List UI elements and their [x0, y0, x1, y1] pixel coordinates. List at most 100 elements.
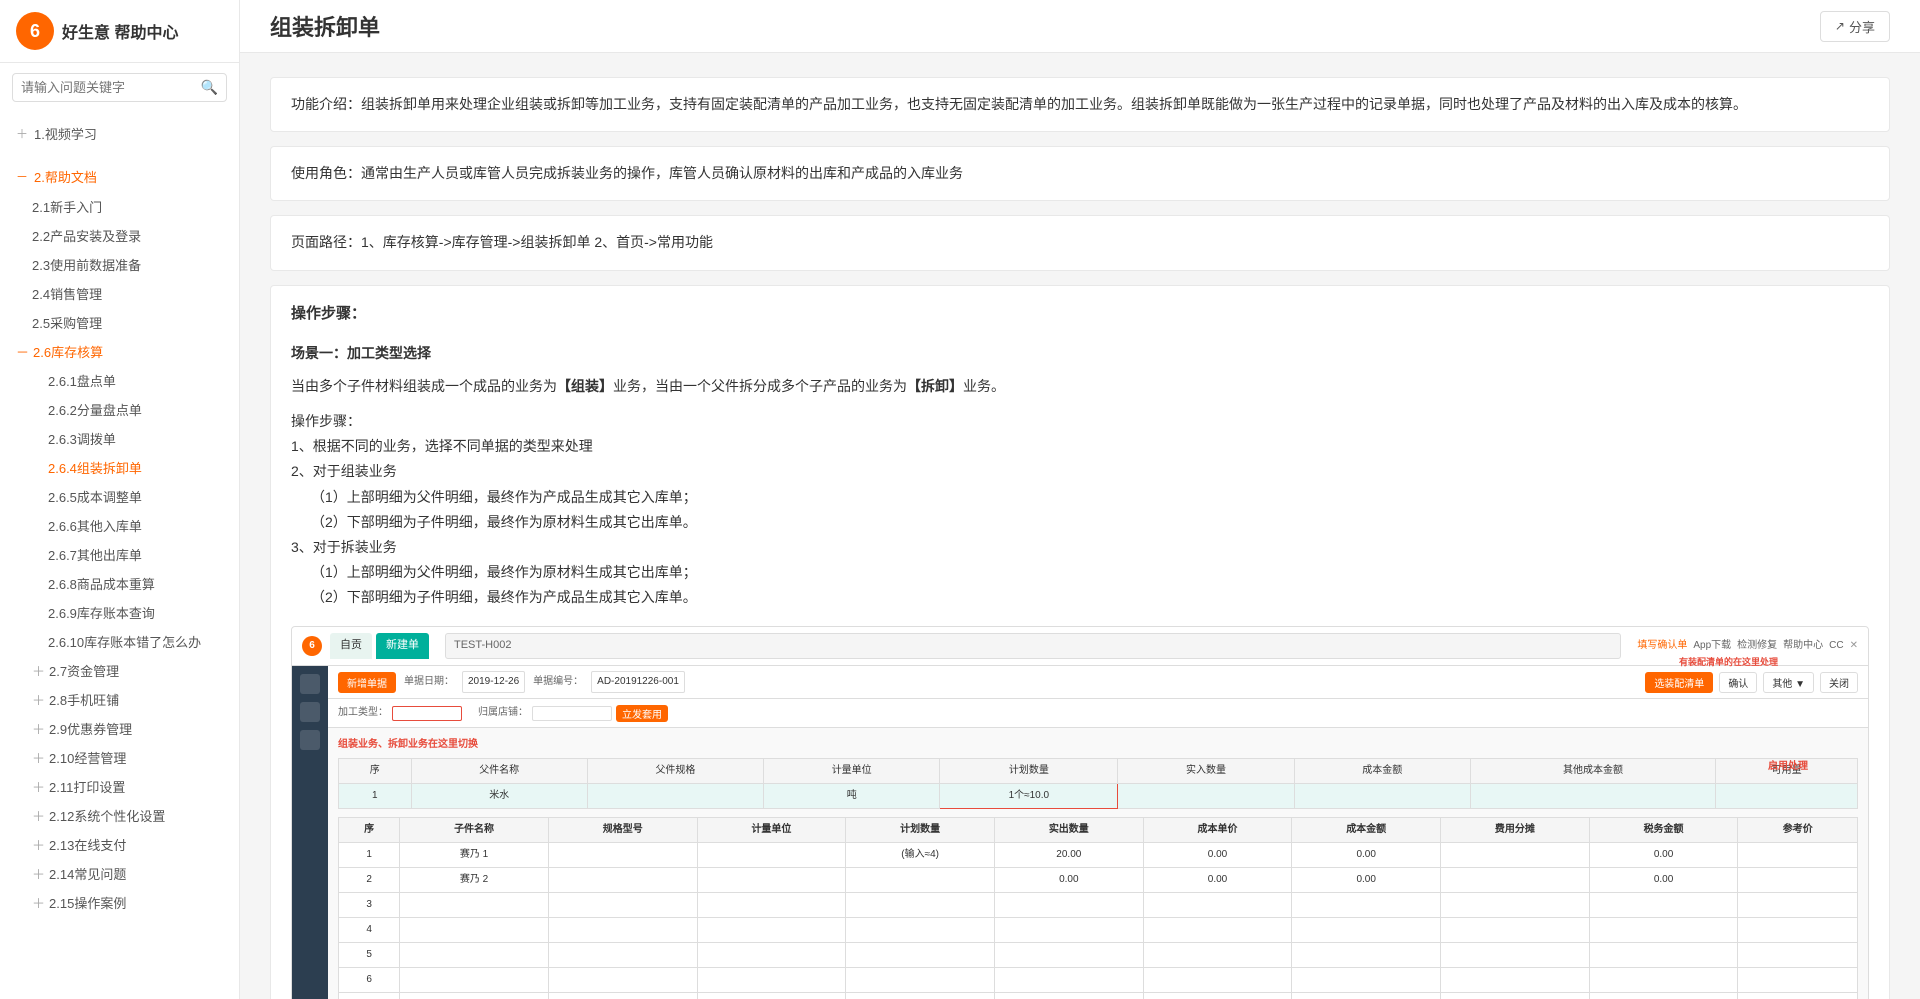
sc-bth-unit: 计量单位 — [697, 818, 846, 843]
sidebar-item-2-10[interactable]: ＋ 2.10经营管理 — [0, 743, 239, 772]
sc-bth-plan: 计划数量 — [846, 818, 995, 843]
sc-top-row-1: 1 米水 吨 1个≈10.0 — [339, 784, 1858, 809]
plus-icon-2-14: ＋ — [32, 864, 45, 883]
sidebar-item-2-6-7[interactable]: 2.6.7其他出库单 — [0, 540, 239, 569]
sc-btn-check: 检测修复 — [1737, 637, 1777, 655]
sc-confirm-btn[interactable]: 确认 — [1719, 672, 1757, 693]
sidebar-item-2-2[interactable]: 2.2产品安装及登录 — [0, 221, 239, 250]
sidebar-item-2-6-4[interactable]: 2.6.4组装拆卸单 — [0, 453, 239, 482]
sidebar-item-2-3[interactable]: 2.3使用前数据准备 — [0, 250, 239, 279]
sc-bottom-wrapper: 序 子件名称 规格型号 计量单位 计划数量 实出数量 成本单价 成本金额 — [338, 817, 1858, 999]
sc-other-btn[interactable]: 其他 ▼ — [1763, 672, 1814, 693]
sc-date-label: 单据日期： — [404, 673, 454, 691]
search-icon: 🔍 — [201, 79, 218, 96]
sc-date-val: 2019-12-26 — [462, 671, 525, 693]
sc-top-cell-actual — [1118, 784, 1294, 809]
sidebar-item-2-12[interactable]: ＋ 2.12系统个性化设置 — [0, 801, 239, 830]
plus-icon-2-7: ＋ — [32, 661, 45, 680]
sidebar-item-2-6-5[interactable]: 2.6.5成本调整单 — [0, 482, 239, 511]
sc-close-btn[interactable]: 关闭 — [1820, 672, 1858, 693]
search-input[interactable] — [21, 80, 201, 95]
sc-b1-alloc — [1441, 843, 1590, 868]
sc-close-icon: ✕ — [1850, 637, 1858, 655]
sidebar-item-video[interactable]: ＋ 1.视频学习 — [0, 118, 239, 149]
scene1-title: 场景一：加工类型选择 — [291, 341, 1869, 366]
sc-annotation-switch: 组装业务、拆卸业务在这里切换 — [338, 736, 1858, 754]
sidebar-item-2-6-10[interactable]: 2.6.10库存账本错了怎么办 — [0, 627, 239, 656]
sidebar-item-2-6-6[interactable]: 2.6.6其他入库单 — [0, 511, 239, 540]
sidebar-item-docs-label: 2.帮助文档 — [34, 167, 97, 186]
sidebar-item-video-label: 1.视频学习 — [34, 124, 97, 143]
sc-b2-spec — [548, 868, 697, 893]
sidebar-item-2-6-8[interactable]: 2.6.8商品成本重算 — [0, 569, 239, 598]
sidebar-item-2-15[interactable]: ＋ 2.15操作案例 — [0, 888, 239, 917]
sidebar-item-2-8[interactable]: ＋ 2.8手机旺铺 — [0, 685, 239, 714]
sidebar-item-2-6-3[interactable]: 2.6.3调拨单 — [0, 424, 239, 453]
plus-icon-2-10: ＋ — [32, 748, 45, 767]
sc-b1-actual: 20.00 — [994, 843, 1143, 868]
sc-bth-ref: 参考价 — [1738, 818, 1858, 843]
sc-sidebar-icon-1 — [300, 674, 320, 694]
nav-group-docs: － 2.帮助文档 2.1新手入门 2.2产品安装及登录 2.3使用前数据准备 2… — [0, 155, 239, 923]
minus-icon: － — [16, 168, 28, 185]
sidebar-item-2-6-1[interactable]: 2.6.1盘点单 — [0, 366, 239, 395]
sc-brow-7: 7 — [339, 993, 1858, 999]
search-box[interactable]: 🔍 — [12, 73, 227, 102]
sc-b2-actual: 0.00 — [994, 868, 1143, 893]
sc-type-input[interactable] — [392, 706, 462, 721]
site-title: 好生意 帮助中心 — [62, 19, 178, 43]
sidebar-item-2-6[interactable]: － 2.6库存核算 — [0, 337, 239, 366]
share-label: 分享 — [1849, 17, 1875, 36]
role-text: 使用角色：通常由生产人员或库管人员完成拆装业务的操作，库管人员确认原材料的出库和… — [291, 165, 963, 181]
sc-top-cell-seq: 1 — [339, 784, 412, 809]
sc-b1-unit — [697, 843, 846, 868]
sidebar-item-2-13[interactable]: ＋ 2.13在线支付 — [0, 830, 239, 859]
plus-icon-2-11: ＋ — [32, 777, 45, 796]
sc-top-cell-spec — [587, 784, 763, 809]
sc-b2-plan — [846, 868, 995, 893]
share-button[interactable]: ↗ 分享 — [1820, 11, 1890, 42]
intro-block: 功能介绍：组装拆卸单用来处理企业组装或拆卸等加工业务，支持有固定装配清单的产品加… — [270, 77, 1890, 132]
sc-content-wrapper: 组装业务、拆卸业务在这里切换 序 父件名称 父件规格 计量单位 计 — [328, 728, 1868, 999]
sc-th-unit1: 计量单位 — [764, 759, 940, 784]
sidebar-item-docs[interactable]: － 2.帮助文档 — [0, 161, 239, 192]
sc-tab-new: 新建单 — [376, 633, 429, 659]
sc-b1-ca: 0.00 — [1292, 843, 1441, 868]
sc-b1-cp: 0.00 — [1143, 843, 1292, 868]
sidebar-item-2-5[interactable]: 2.5采购管理 — [0, 308, 239, 337]
sc-btn-help: 帮助中心 — [1783, 637, 1823, 655]
step2-sub1: （1）上部明细为父件明细，最终作为产成品生成其它入库单； — [291, 485, 1869, 510]
sc-bom-btn[interactable]: 选装配清单 — [1645, 672, 1713, 693]
step3-sub1: （1）上部明细为父件明细，最终作为原材料生成其它出库单； — [291, 560, 1869, 585]
sc-b2-unit — [697, 868, 846, 893]
path-text: 页面路径：1、库存核算->库存管理->组装拆卸单 2、首页->常用功能 — [291, 234, 713, 250]
steps-title: 操作步骤： — [291, 300, 1869, 327]
sub-list-2-6: 2.6.1盘点单 2.6.2分量盘点单 2.6.3调拨单 2.6.4组装拆卸单 … — [0, 366, 239, 656]
sc-form-row: 加工类型： 归属店铺： 立发套用 — [328, 699, 1868, 728]
sc-th-cost-amt: 成本金额 — [1294, 759, 1470, 784]
sidebar-item-2-11[interactable]: ＋ 2.11打印设置 — [0, 772, 239, 801]
sidebar-item-2-14[interactable]: ＋ 2.14常见问题 — [0, 859, 239, 888]
sidebar-item-2-1[interactable]: 2.1新手入门 — [0, 192, 239, 221]
sc-new-btn[interactable]: 新增单据 — [338, 672, 396, 693]
sidebar: 6 好生意 帮助中心 🔍 ＋ 1.视频学习 － 2.帮助文档 2.1新手入门 2… — [0, 0, 240, 999]
sc-type-label: 加工类型： — [338, 704, 388, 722]
sc-b1-ref — [1738, 843, 1858, 868]
intro-text: 功能介绍：组装拆卸单用来处理企业组装或拆卸等加工业务，支持有固定装配清单的产品加… — [291, 96, 1747, 112]
sidebar-item-2-4[interactable]: 2.4销售管理 — [0, 279, 239, 308]
sc-apply-btn[interactable]: 立发套用 — [616, 705, 668, 722]
sc-b1-seq: 1 — [339, 843, 400, 868]
sidebar-item-2-6-9[interactable]: 2.6.9库存账本查询 — [0, 598, 239, 627]
sc-main-area: 新增单据 单据日期： 2019-12-26 单据编号： AD-20191226-… — [328, 666, 1868, 999]
path-block: 页面路径：1、库存核算->库存管理->组装拆卸单 2、首页->常用功能 — [270, 215, 1890, 270]
sc-warehouse-input[interactable] — [532, 706, 612, 721]
sc-brow-3: 3 — [339, 893, 1858, 918]
sidebar-header: 6 好生意 帮助中心 — [0, 0, 239, 63]
sc-warehouse-label: 归属店铺： — [478, 704, 528, 722]
sc-bth-name: 子件名称 — [400, 818, 549, 843]
sc-bth-spec: 规格型号 — [548, 818, 697, 843]
plus-icon-2-8: ＋ — [32, 690, 45, 709]
sidebar-item-2-7[interactable]: ＋ 2.7资金管理 — [0, 656, 239, 685]
sidebar-item-2-9[interactable]: ＋ 2.9优惠券管理 — [0, 714, 239, 743]
sidebar-item-2-6-2[interactable]: 2.6.2分量盘点单 — [0, 395, 239, 424]
